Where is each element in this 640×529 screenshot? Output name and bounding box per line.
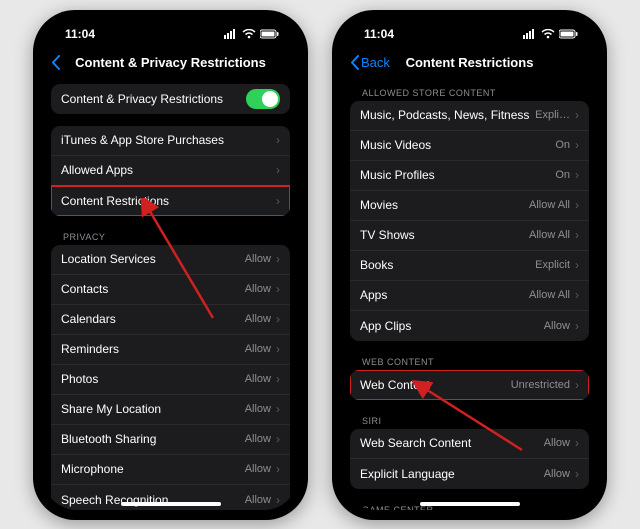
row-app-clips[interactable]: App ClipsAllow› [350,311,589,341]
chevron-right-icon: › [276,402,280,416]
row-microphone[interactable]: MicrophoneAllow› [51,455,290,485]
back-button[interactable]: Back [350,55,390,70]
wifi-icon [541,29,555,39]
chevron-right-icon: › [276,133,280,147]
chevron-right-icon: › [276,282,280,296]
nav-bar: Back Content Restrictions [342,48,597,78]
chevron-right-icon: › [575,436,579,450]
row-contacts[interactable]: ContactsAllow› [51,275,290,305]
chevron-right-icon: › [276,432,280,446]
chevron-right-icon: › [276,342,280,356]
row-bluetooth[interactable]: Bluetooth SharingAllow› [51,425,290,455]
row-web-search[interactable]: Web Search ContentAllow› [350,429,589,459]
battery-icon [559,29,579,39]
cellular-icon [523,29,537,39]
row-calendars[interactable]: CalendarsAllow› [51,305,290,335]
restrictions-toggle[interactable] [246,89,280,109]
chevron-right-icon: › [276,462,280,476]
row-music-podcasts[interactable]: Music, Podcasts, News, FitnessExpli…› [350,101,589,131]
toggle-label: Content & Privacy Restrictions [61,92,223,106]
row-tv-shows[interactable]: TV ShowsAllow All› [350,221,589,251]
status-icons [523,29,579,39]
row-music-videos[interactable]: Music VideosOn› [350,131,589,161]
chevron-left-icon [350,55,359,70]
toggle-restrictions-row[interactable]: Content & Privacy Restrictions [51,84,290,114]
row-itunes-appstore[interactable]: iTunes & App Store Purchases › [51,126,290,156]
row-books[interactable]: BooksExplicit› [350,251,589,281]
notch [415,20,525,42]
row-share-location[interactable]: Share My LocationAllow› [51,395,290,425]
chevron-right-icon: › [575,168,579,182]
row-location-services[interactable]: Location ServicesAllow› [51,245,290,275]
row-content-restrictions[interactable]: Content Restrictions › [51,186,290,216]
status-time: 11:04 [65,27,95,41]
chevron-right-icon: › [575,198,579,212]
nav-bar: Content & Privacy Restrictions [43,48,298,78]
row-photos[interactable]: PhotosAllow› [51,365,290,395]
cellular-icon [224,29,238,39]
wifi-icon [242,29,256,39]
chevron-right-icon: › [575,378,579,392]
chevron-right-icon: › [276,372,280,386]
chevron-right-icon: › [575,288,579,302]
status-time: 11:04 [364,27,394,41]
chevron-right-icon: › [276,252,280,266]
row-reminders[interactable]: RemindersAllow› [51,335,290,365]
chevron-right-icon: › [276,194,280,208]
section-header-allowed: Allowed Store Content [350,84,589,101]
chevron-left-icon [51,55,60,70]
home-indicator[interactable] [420,502,520,506]
notch [116,20,226,42]
chevron-right-icon: › [276,493,280,507]
row-movies[interactable]: MoviesAllow All› [350,191,589,221]
chevron-right-icon: › [575,108,579,122]
phone-right: 11:04 Back Content Restrictions Allowed … [332,10,607,520]
page-title: Content & Privacy Restrictions [53,55,288,70]
back-label: Back [361,55,390,70]
row-explicit-lang[interactable]: Explicit LanguageAllow› [350,459,589,489]
row-apps[interactable]: AppsAllow All› [350,281,589,311]
chevron-right-icon: › [575,258,579,272]
chevron-right-icon: › [575,467,579,481]
row-web-content[interactable]: Web ContentUnrestricted› [350,370,589,400]
row-music-profiles[interactable]: Music ProfilesOn› [350,161,589,191]
section-header-privacy: Privacy [51,228,290,245]
row-speech[interactable]: Speech RecognitionAllow› [51,485,290,510]
chevron-right-icon: › [575,319,579,333]
chevron-right-icon: › [575,228,579,242]
row-allowed-apps[interactable]: Allowed Apps › [51,156,290,186]
home-indicator[interactable] [121,502,221,506]
section-header-web: Web Content [350,353,589,370]
status-icons [224,29,280,39]
phone-left: 11:04 Content & Privacy Restrictions Con… [33,10,308,520]
chevron-right-icon: › [575,138,579,152]
chevron-right-icon: › [276,312,280,326]
chevron-right-icon: › [276,163,280,177]
battery-icon [260,29,280,39]
back-button[interactable] [51,55,60,70]
section-header-siri: Siri [350,412,589,429]
